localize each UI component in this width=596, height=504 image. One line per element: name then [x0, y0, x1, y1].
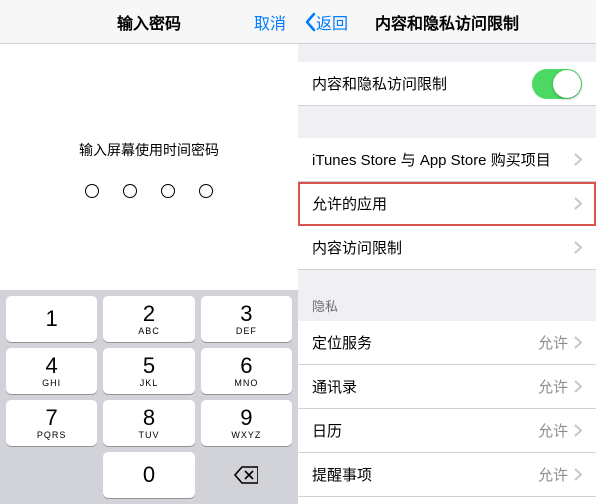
navbar-passcode: 输入密码 取消 — [0, 0, 298, 44]
passcode-dot — [161, 184, 175, 198]
chevron-left-icon — [304, 12, 316, 32]
navbar-title: 输入密码 — [117, 10, 181, 34]
keypad-key-1[interactable]: 1 — [6, 296, 97, 342]
keypad-key-6[interactable]: 6MNO — [201, 348, 292, 394]
toggle-switch[interactable] — [532, 69, 582, 99]
passcode-dot — [199, 184, 213, 198]
passcode-prompt-area: 输入屏幕使用时间密码 — [0, 44, 298, 290]
keypad-key-7[interactable]: 7PQRS — [6, 400, 97, 446]
cell-label: 提醒事项 — [312, 464, 538, 485]
chevron-right-icon — [574, 380, 582, 393]
passcode-screen: 输入密码 取消 输入屏幕使用时间密码 1 2ABC 3DEF 4GHI 5JKL… — [0, 0, 298, 504]
keypad-backspace[interactable] — [201, 452, 292, 498]
cell-label: 通讯录 — [312, 376, 538, 397]
cell-label: 内容和隐私访问限制 — [312, 73, 532, 94]
cell-itunes-appstore[interactable]: iTunes Store 与 App Store 购买项目 — [298, 138, 596, 182]
cell-value: 允许 — [538, 332, 568, 353]
chevron-right-icon — [574, 336, 582, 349]
cell-value: 允许 — [538, 420, 568, 441]
keypad-key-5[interactable]: 5JKL — [103, 348, 194, 394]
keypad-key-8[interactable]: 8TUV — [103, 400, 194, 446]
cell-label: 内容访问限制 — [312, 237, 574, 258]
passcode-prompt-text: 输入屏幕使用时间密码 — [79, 140, 219, 160]
keypad-key-3[interactable]: 3DEF — [201, 296, 292, 342]
cancel-button[interactable]: 取消 — [254, 10, 286, 34]
numeric-keypad: 1 2ABC 3DEF 4GHI 5JKL 6MNO 7PQRS 8TUV 9W… — [0, 290, 298, 504]
cell-photos[interactable]: 照片 允许 — [298, 497, 596, 504]
section-header-privacy: 隐私 — [298, 290, 596, 321]
keypad-blank — [6, 452, 97, 498]
back-label: 返回 — [316, 10, 348, 34]
back-button[interactable]: 返回 — [304, 10, 348, 34]
cell-allowed-apps[interactable]: 允许的应用 — [298, 182, 596, 226]
chevron-right-icon — [574, 241, 582, 254]
cell-main-toggle[interactable]: 内容和隐私访问限制 — [298, 62, 596, 106]
cell-label: iTunes Store 与 App Store 购买项目 — [312, 149, 574, 170]
cell-contacts[interactable]: 通讯录 允许 — [298, 365, 596, 409]
cell-location-services[interactable]: 定位服务 允许 — [298, 321, 596, 365]
passcode-dot — [123, 184, 137, 198]
cell-value: 允许 — [538, 464, 568, 485]
settings-scroll[interactable]: 内容和隐私访问限制 iTunes Store 与 App Store 购买项目 … — [298, 44, 596, 504]
chevron-right-icon — [574, 153, 582, 166]
chevron-right-icon — [574, 424, 582, 437]
keypad-key-9[interactable]: 9WXYZ — [201, 400, 292, 446]
backspace-icon — [234, 466, 258, 484]
passcode-dots — [85, 184, 213, 198]
cell-label: 定位服务 — [312, 332, 538, 353]
restrictions-screen: 返回 内容和隐私访问限制 内容和隐私访问限制 iTunes Store 与 Ap… — [298, 0, 596, 504]
cell-reminders[interactable]: 提醒事项 允许 — [298, 453, 596, 497]
toggle-knob — [553, 70, 581, 98]
navbar-restrictions: 返回 内容和隐私访问限制 — [298, 0, 596, 44]
cell-value: 允许 — [538, 376, 568, 397]
cell-calendar[interactable]: 日历 允许 — [298, 409, 596, 453]
keypad-key-0[interactable]: 0 — [103, 452, 194, 498]
passcode-dot — [85, 184, 99, 198]
cell-label: 允许的应用 — [312, 193, 574, 214]
cell-label: 日历 — [312, 420, 538, 441]
keypad-key-2[interactable]: 2ABC — [103, 296, 194, 342]
keypad-key-4[interactable]: 4GHI — [6, 348, 97, 394]
cell-content-restrictions[interactable]: 内容访问限制 — [298, 226, 596, 270]
navbar-title: 内容和隐私访问限制 — [375, 10, 519, 34]
chevron-right-icon — [574, 468, 582, 481]
chevron-right-icon — [574, 197, 582, 210]
